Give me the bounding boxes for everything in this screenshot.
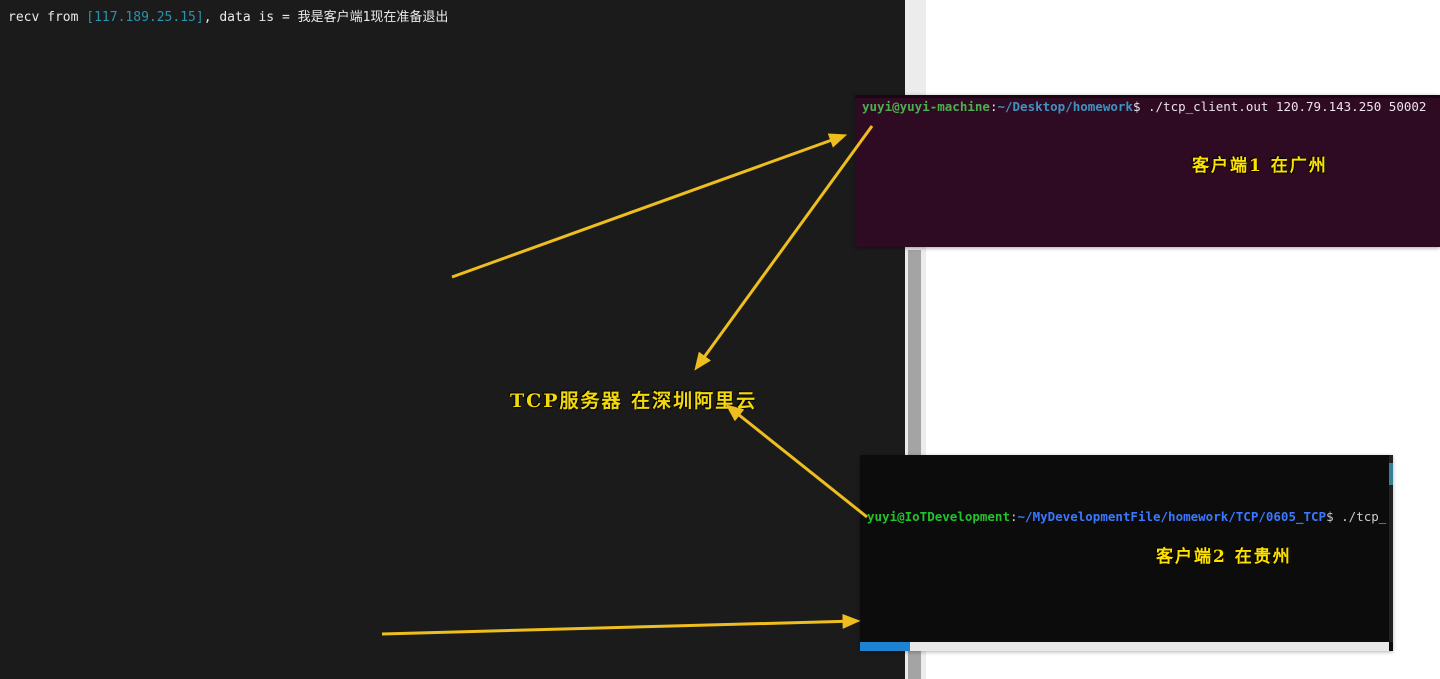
client2-location-label: 客户端2 在贵州: [1156, 547, 1292, 567]
client2-horizontal-scrollbar-thumb[interactable]: [860, 642, 910, 651]
terminal-line: yuyi@IoTDevelopment:~/MyDevelopmentFile/…: [867, 509, 1387, 652]
terminal-line: yuyi@yuyi-machine:~/Desktop/homework$ ./…: [862, 99, 1434, 247]
client2-terminal-window[interactable]: yuyi@IoTDevelopment:~/MyDevelopmentFile/…: [860, 455, 1393, 651]
client1-location-label: 客户端1 在广州: [1192, 156, 1328, 176]
text-segment: $ ./tcp_: [1326, 508, 1387, 524]
text-segment: , data is = 我是客户端1现在准备退出: [203, 10, 449, 25]
client1-terminal-window[interactable]: yuyi@yuyi-machine:~/Desktop/homework$ ./…: [855, 95, 1440, 247]
text-segment: yuyi@yuyi-machine: [862, 99, 990, 114]
text-segment: :: [1010, 508, 1018, 524]
text-segment: $ ./tcp_client.out 120.79.143.250 50002: [1132, 99, 1427, 114]
terminal-line: recv from [117.189.25.15], data is = 我是客…: [8, 9, 901, 679]
tcp-server-terminal-window[interactable]: recv from [117.189.25.15], data is = 我是客…: [0, 0, 905, 679]
server-location-label: TCP服务器 在深圳阿里云: [510, 390, 758, 412]
text-segment: recv from: [8, 10, 87, 25]
text-segment: ~/MyDevelopmentFile/homework/TCP/0605_TC…: [1017, 508, 1327, 524]
client2-horizontal-scrollbar[interactable]: [860, 642, 1389, 651]
ip-address-text: [117.189.25.15]: [86, 10, 204, 25]
client2-vertical-scrollbar-thumb[interactable]: [1389, 463, 1393, 485]
text-segment: yuyi@IoTDevelopment: [867, 508, 1010, 524]
text-segment: ~/Desktop/homework: [997, 99, 1133, 114]
client2-vertical-scrollbar[interactable]: [1389, 455, 1393, 642]
